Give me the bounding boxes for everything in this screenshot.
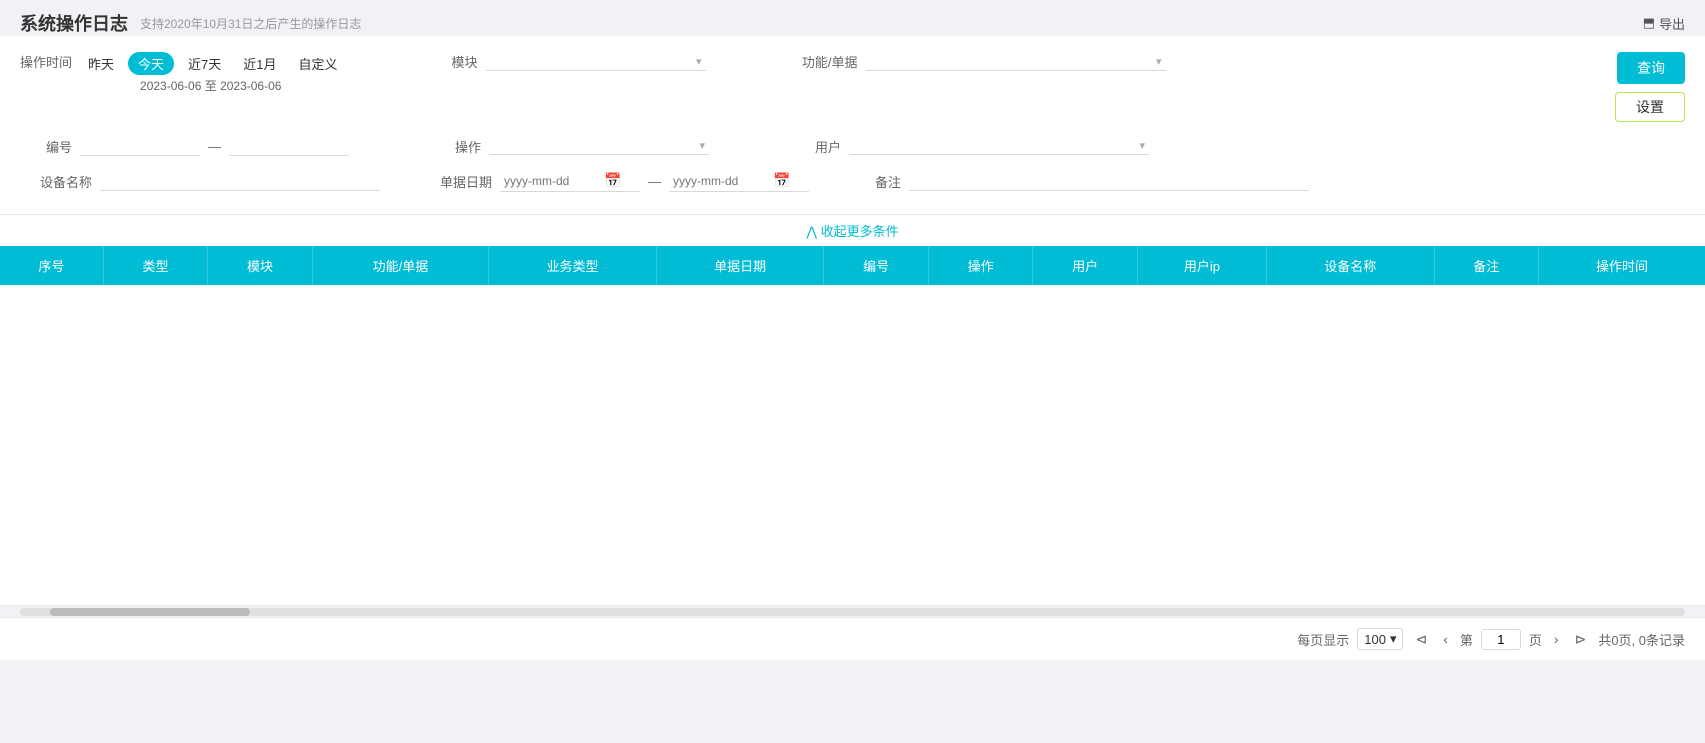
doc-date-end[interactable]: [673, 174, 773, 188]
scrollbar-track: [20, 608, 1685, 616]
page-size-value: 100: [1364, 632, 1386, 647]
col-remark: 备注: [1434, 246, 1538, 285]
doc-date-label: 单据日期: [420, 172, 500, 191]
last7days-btn[interactable]: 近7天: [180, 52, 229, 75]
user-chevron-icon: ▾: [1139, 139, 1145, 152]
number-dash: —: [208, 139, 221, 154]
module-chevron-icon: ▾: [696, 55, 702, 68]
function-select[interactable]: ▾: [866, 53, 1166, 71]
col-seq: 序号: [0, 246, 103, 285]
operation-time-label: 操作时间: [20, 52, 80, 71]
doc-date-dash: —: [648, 174, 661, 189]
operation-select[interactable]: ▾: [489, 137, 709, 155]
per-page-label: 每页显示: [1297, 630, 1349, 649]
last-page-button[interactable]: ⊳: [1571, 629, 1591, 650]
col-optime: 操作时间: [1539, 246, 1705, 285]
pagination-bar: 每页显示 100 ▾ ⊲ ‹ 第 页 › ⊳ 共0页, 0条记录: [0, 617, 1705, 660]
table-header-row: 序号 类型 模块 功能/单据 业务类型 单据日期 编号 操作 用户 用户ip 设…: [0, 246, 1705, 285]
page-label: 第: [1460, 630, 1473, 649]
remark-input[interactable]: [909, 171, 1309, 191]
scrollbar-thumb[interactable]: [50, 608, 250, 616]
col-user: 用户: [1033, 246, 1137, 285]
filter-panel: 操作时间 昨天 今天 近7天 近1月 自定义 2023-06-06 至 2023…: [0, 36, 1705, 215]
next-page-button[interactable]: ›: [1550, 629, 1563, 649]
table-container: 序号 类型 模块 功能/单据 业务类型 单据日期 编号 操作 用户 用户ip 设…: [0, 246, 1705, 605]
function-chevron-icon: ▾: [1156, 55, 1162, 68]
page-header: 系统操作日志 支持2020年10月31日之后产生的操作日志 ⬒ 导出: [0, 0, 1705, 36]
export-button[interactable]: ⬒ 导出: [1643, 14, 1685, 33]
col-docdate: 单据日期: [656, 246, 824, 285]
device-input[interactable]: [100, 171, 380, 191]
col-function: 功能/单据: [312, 246, 488, 285]
today-btn[interactable]: 今天: [128, 52, 174, 75]
col-userip: 用户ip: [1137, 246, 1266, 285]
col-type: 类型: [103, 246, 207, 285]
first-page-button[interactable]: ⊲: [1411, 629, 1431, 650]
export-icon: ⬒: [1643, 15, 1655, 31]
doc-date-end-wrap[interactable]: 📅: [669, 170, 809, 192]
doc-date-start-wrap[interactable]: 📅: [500, 170, 640, 192]
operation-filter-label: 操作: [429, 137, 489, 156]
module-select[interactable]: ▾: [486, 53, 706, 71]
collapse-icon: ⋀: [806, 224, 817, 239]
yesterday-btn[interactable]: 昨天: [80, 52, 122, 75]
module-label: 模块: [426, 52, 486, 71]
col-operation: 操作: [928, 246, 1032, 285]
calendar-start-icon[interactable]: 📅: [604, 172, 621, 189]
prev-page-button[interactable]: ‹: [1439, 629, 1452, 649]
number-input-end[interactable]: [229, 136, 349, 156]
function-label: 功能/单据: [786, 52, 866, 71]
user-select[interactable]: ▾: [849, 137, 1149, 155]
last1month-btn[interactable]: 近1月: [235, 52, 284, 75]
number-label: 编号: [20, 137, 80, 156]
page-unit: 页: [1529, 630, 1542, 649]
col-device: 设备名称: [1266, 246, 1434, 285]
operation-chevron-icon: ▾: [699, 139, 705, 152]
collapse-label: 收起更多条件: [821, 224, 899, 239]
col-biztype: 业务类型: [489, 246, 657, 285]
col-number: 编号: [824, 246, 928, 285]
user-label: 用户: [789, 137, 849, 156]
settings-button[interactable]: 设置: [1615, 92, 1685, 122]
main-table: 序号 类型 模块 功能/单据 业务类型 单据日期 编号 操作 用户 用户ip 设…: [0, 246, 1705, 285]
doc-date-start[interactable]: [504, 174, 604, 188]
collapse-bar[interactable]: ⋀ 收起更多条件: [0, 215, 1705, 246]
page-size-select[interactable]: 100 ▾: [1357, 628, 1403, 650]
query-button[interactable]: 查询: [1617, 52, 1685, 84]
page-number-input[interactable]: [1481, 629, 1521, 650]
page-subtitle: 支持2020年10月31日之后产生的操作日志: [140, 15, 361, 32]
horizontal-scrollbar[interactable]: [0, 605, 1705, 617]
date-range-display: 2023-06-06 至 2023-06-06: [140, 77, 346, 94]
empty-area: [0, 285, 1705, 605]
page-size-chevron-icon: ▾: [1390, 631, 1397, 647]
col-module: 模块: [208, 246, 312, 285]
device-label: 设备名称: [20, 172, 100, 191]
page-title: 系统操作日志: [20, 10, 128, 36]
custom-btn[interactable]: 自定义: [291, 52, 346, 75]
calendar-end-icon[interactable]: 📅: [773, 172, 790, 189]
number-input-start[interactable]: [80, 136, 200, 156]
total-info: 共0页, 0条记录: [1598, 630, 1685, 649]
remark-label: 备注: [849, 172, 909, 191]
